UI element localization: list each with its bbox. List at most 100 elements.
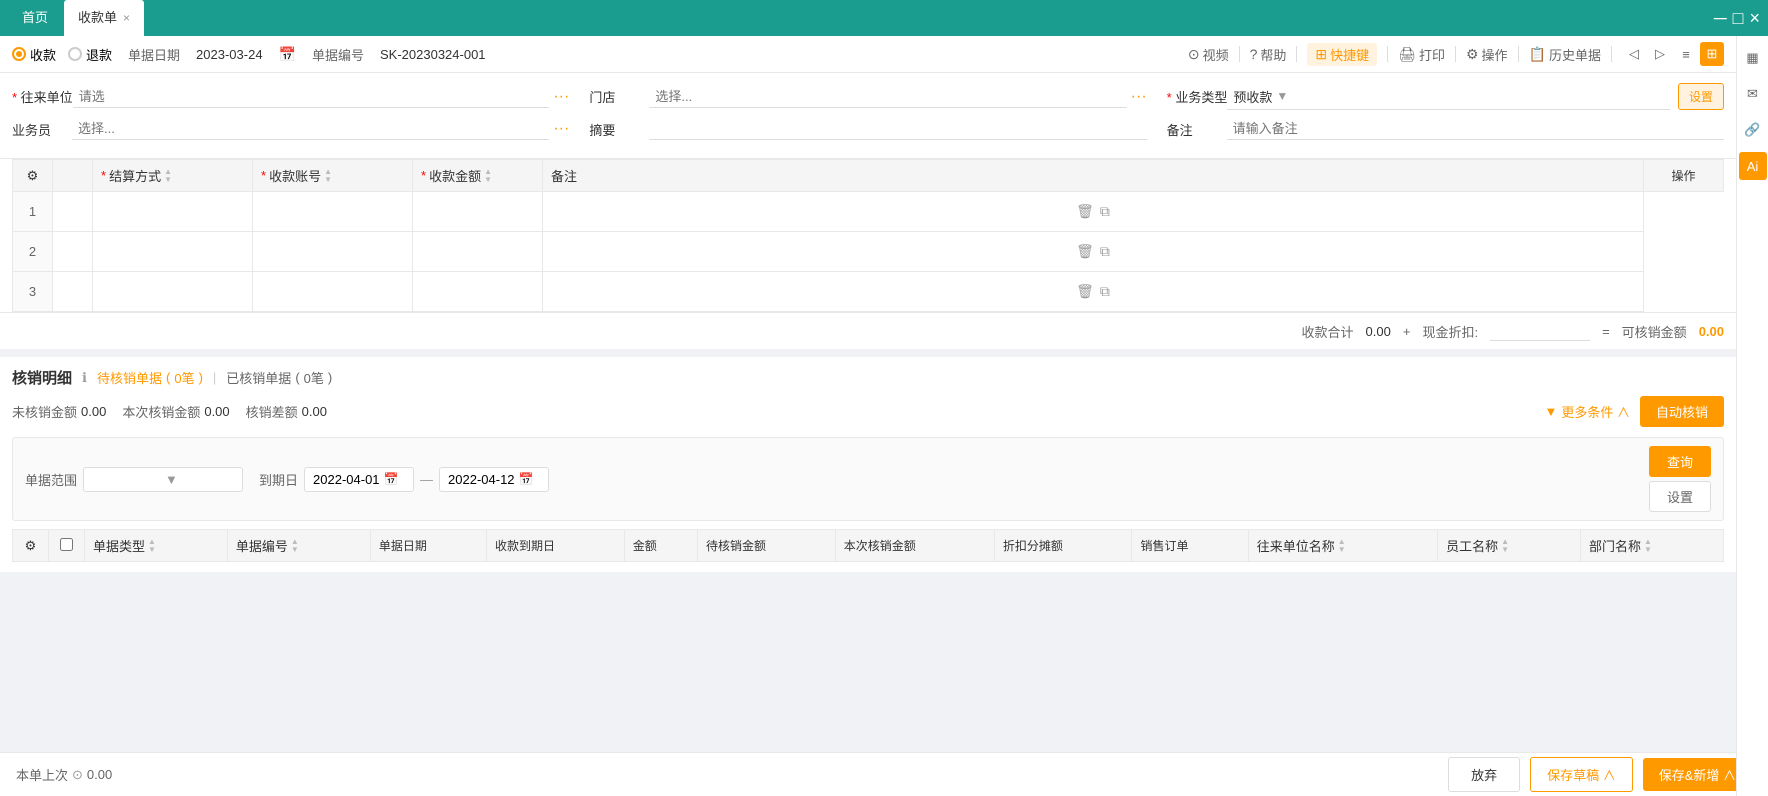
cell-amount-2[interactable]: [253, 232, 413, 272]
filter-setting-btn[interactable]: 设置: [1649, 481, 1711, 512]
cell-remark-2[interactable]: [413, 232, 543, 272]
check-all[interactable]: [60, 538, 73, 551]
stat-current: 本次核销金额 0.00: [122, 402, 229, 421]
sidebar-ai-icon[interactable]: Ai: [1739, 152, 1767, 180]
history-action[interactable]: 📋 历史单据: [1529, 45, 1601, 64]
mail-icon: ✉: [1747, 86, 1758, 102]
vth-setting[interactable]: ⚙: [13, 530, 49, 562]
total-label: 收款合计: [1302, 322, 1354, 341]
th-action: 操作: [1644, 160, 1724, 192]
copy-row-2-icon[interactable]: ⧉: [1100, 243, 1110, 260]
view-prev[interactable]: ◁: [1622, 42, 1646, 66]
history-label: 历史单据: [1549, 45, 1601, 64]
close-window-icon[interactable]: ×: [1749, 8, 1760, 29]
th-account: *收款账号 ▲▼: [253, 160, 413, 192]
counterparty-more-icon[interactable]: ···: [553, 88, 569, 106]
radio-label-tuikuan: 退款: [86, 45, 112, 64]
cell-remark-1[interactable]: [413, 192, 543, 232]
print-label: 打印: [1419, 45, 1445, 64]
verify-info-icon[interactable]: ℹ: [82, 370, 87, 386]
cell-account-1[interactable]: [93, 192, 253, 232]
view-list[interactable]: ≡: [1674, 42, 1698, 66]
table-row: 1 🗑 ⧉: [13, 192, 1724, 232]
delete-row-2-icon[interactable]: 🗑: [1076, 243, 1094, 260]
store-input[interactable]: [649, 86, 1126, 108]
range-select[interactable]: ▼: [83, 467, 243, 492]
vth-type: 单据类型▲▼: [85, 530, 228, 562]
cell-settle-1[interactable]: [53, 192, 93, 232]
cell-amount-3[interactable]: [253, 272, 413, 312]
history-icon: 📋: [1529, 46, 1546, 63]
sidebar-table-icon[interactable]: ▦: [1739, 44, 1767, 72]
bottom-info-icon[interactable]: ⊙: [72, 767, 83, 783]
delete-row-1-icon[interactable]: 🗑: [1076, 203, 1094, 220]
th-settle: *结算方式 ▲▼: [93, 160, 253, 192]
auto-verify-btn[interactable]: 自动核销: [1640, 396, 1724, 427]
vth-check[interactable]: [49, 530, 85, 562]
biztype-chevron-icon: ▼: [1276, 89, 1288, 103]
cell-amount-1[interactable]: [253, 192, 413, 232]
more-filter-btn[interactable]: ▼ 更多条件 ∧: [1544, 402, 1630, 421]
staff-more-icon[interactable]: ···: [553, 120, 569, 138]
view-next[interactable]: ▷: [1648, 42, 1672, 66]
remark-input[interactable]: [1227, 118, 1724, 140]
draft-label: 保存草稿 ∧: [1547, 765, 1616, 784]
type-radio-group: 收款 退款: [12, 45, 112, 64]
sidebar-link-icon[interactable]: 🔗: [1739, 116, 1767, 144]
verify-title: 核销明细: [12, 367, 72, 388]
delete-row-3-icon[interactable]: 🗑: [1076, 283, 1094, 300]
total-value: 0.00: [1366, 324, 1391, 339]
copy-row-3-icon[interactable]: ⧉: [1100, 283, 1110, 300]
cell-account-3[interactable]: [93, 272, 253, 312]
active-tab[interactable]: 收款单 ×: [64, 0, 144, 36]
calendar-icon[interactable]: 📅: [279, 46, 296, 63]
store-more-icon[interactable]: ···: [1131, 88, 1147, 106]
table-icon: ▦: [1746, 50, 1758, 66]
minimize-icon[interactable]: ─: [1714, 8, 1727, 29]
summary-input[interactable]: [649, 118, 1146, 140]
copy-row-1-icon[interactable]: ⧉: [1100, 203, 1110, 220]
cell-remark-3[interactable]: [413, 272, 543, 312]
abandon-btn[interactable]: 放弃: [1448, 757, 1520, 792]
sidebar-mail-icon[interactable]: ✉: [1739, 80, 1767, 108]
view-grid[interactable]: ⊞: [1700, 42, 1724, 66]
cell-account-2[interactable]: [93, 232, 253, 272]
video-icon: ⊙: [1188, 46, 1200, 63]
shortcut-action[interactable]: ⊞ 快捷键: [1307, 43, 1377, 66]
counterparty-input[interactable]: [73, 86, 550, 108]
cell-settle-2[interactable]: [53, 232, 93, 272]
print-action[interactable]: 🖨 打印: [1398, 45, 1445, 64]
staff-input[interactable]: [72, 118, 549, 140]
discount-input[interactable]: [1490, 321, 1590, 341]
home-tab[interactable]: 首页: [8, 0, 62, 36]
calendar-start-icon: 📅: [384, 472, 399, 486]
query-btn[interactable]: 查询: [1649, 446, 1711, 477]
date-start[interactable]: 2022-04-01 📅: [304, 467, 414, 492]
filter-label: 更多条件 ∧: [1561, 402, 1630, 421]
cell-action-3: 🗑 ⧉: [543, 272, 1644, 312]
radio-shoukuan[interactable]: 收款: [12, 45, 56, 64]
pending-tab[interactable]: 待核销单据 ( 0笔 ): [97, 368, 203, 387]
close-tab-icon[interactable]: ×: [123, 0, 130, 36]
counterparty-label: 往来单位: [12, 87, 73, 106]
radio-label-shoukuan: 收款: [30, 45, 56, 64]
date-end[interactable]: 2022-04-12 📅: [439, 467, 549, 492]
current-value: 0.00: [204, 404, 229, 419]
duedate-label: 到期日: [259, 470, 298, 489]
biztype-select[interactable]: 预收款 ▼: [1227, 84, 1670, 110]
verified-tab[interactable]: 已核销单据 ( 0笔 ): [226, 368, 332, 387]
ai-icon: Ai: [1747, 159, 1759, 174]
window-controls: ─ □ ×: [1714, 8, 1760, 29]
cell-settle-3[interactable]: [53, 272, 93, 312]
draft-btn[interactable]: 保存草稿 ∧: [1530, 757, 1633, 792]
operate-action[interactable]: ⚙ 操作: [1466, 45, 1508, 64]
help-action[interactable]: ? 帮助: [1250, 45, 1287, 64]
video-action[interactable]: ⊙ 视频: [1188, 45, 1229, 64]
table-header-row: ⚙ *结算方式 ▲▼ *收款账号 ▲▼: [13, 160, 1724, 192]
th-setting[interactable]: ⚙: [13, 160, 53, 192]
maximize-icon[interactable]: □: [1733, 8, 1744, 29]
setting-btn[interactable]: 设置: [1678, 83, 1724, 110]
vth-duedate: 收款到期日: [487, 530, 625, 562]
radio-tuikuan[interactable]: 退款: [68, 45, 112, 64]
divider1: [1239, 46, 1240, 62]
